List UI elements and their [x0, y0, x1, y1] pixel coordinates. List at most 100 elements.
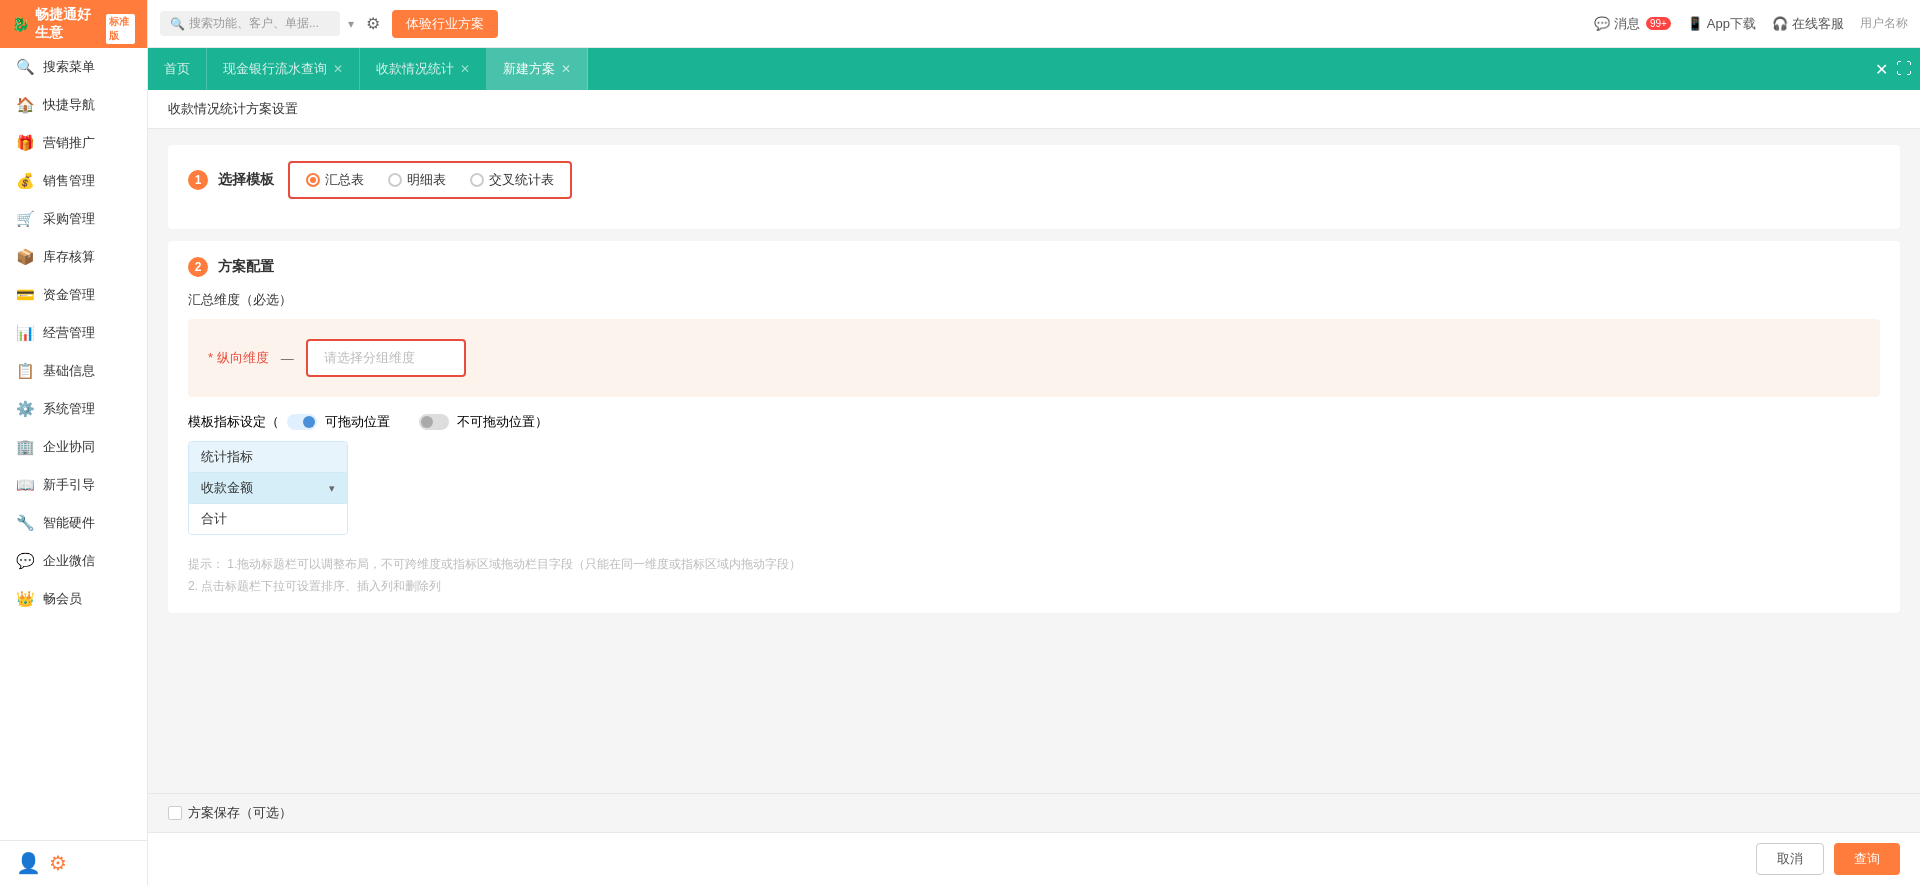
- tab-receipt-stat-close-icon[interactable]: ✕: [460, 62, 470, 76]
- user-icon[interactable]: 👤: [16, 851, 41, 875]
- sidebar-item-quick-nav[interactable]: 🏠 快捷导航: [0, 86, 147, 124]
- step2-title: 方案配置: [218, 258, 274, 276]
- page-header: 收款情况统计方案设置: [148, 90, 1920, 129]
- download-icon: 📱: [1687, 16, 1703, 31]
- sidebar-item-weixin[interactable]: 💬 企业微信: [0, 542, 147, 580]
- close-window-icon[interactable]: ✕: [1875, 60, 1888, 79]
- sidebar-item-label: 营销推广: [43, 134, 95, 152]
- user-name: 用户名称: [1860, 15, 1908, 32]
- system-icon: ⚙️: [16, 400, 35, 418]
- metrics-table: 统计指标 收款金额 ▾ 合计: [188, 441, 348, 535]
- download-label: App下载: [1707, 15, 1756, 33]
- sidebar-item-purchase[interactable]: 🛒 采购管理: [0, 200, 147, 238]
- tab-new-plan[interactable]: 新建方案 ✕: [487, 48, 588, 90]
- quick-nav-icon: 🏠: [16, 96, 35, 114]
- movable-toggle: [287, 414, 317, 430]
- sidebar-logo: 🐉 畅捷通好生意 标准版: [0, 0, 147, 48]
- smart-hw-icon: 🔧: [16, 514, 35, 532]
- maximize-icon[interactable]: ⛶: [1896, 60, 1912, 78]
- app-download-button[interactable]: 📱 App下载: [1687, 15, 1756, 33]
- step1-title: 选择模板: [218, 171, 274, 189]
- dropdown-arrow-icon[interactable]: ▾: [348, 17, 354, 31]
- tab-home[interactable]: 首页: [148, 48, 207, 90]
- gear-icon[interactable]: ⚙: [366, 14, 380, 33]
- sidebar-item-operation[interactable]: 📊 经营管理: [0, 314, 147, 352]
- topbar-search-box[interactable]: 🔍 搜索功能、客户、单据...: [160, 11, 340, 36]
- sidebar-item-basic-info[interactable]: 📋 基础信息: [0, 352, 147, 390]
- radio-cross-dot: [470, 173, 484, 187]
- hint-section: 提示： 1.拖动标题栏可以调整布局，不可跨维度或指标区域拖动栏目字段（只能在同一…: [188, 554, 1880, 597]
- tab-new-plan-close-icon[interactable]: ✕: [561, 62, 571, 76]
- tab-bank-flow-label: 现金银行流水查询: [223, 60, 327, 78]
- sidebar-item-search-menu[interactable]: 🔍 搜索菜单: [0, 48, 147, 86]
- hint-2: 2. 点击标题栏下拉可设置排序、插入列和删除列: [188, 576, 1880, 598]
- sidebar-item-label: 销售管理: [43, 172, 95, 190]
- bottom-bar: 取消 查询: [148, 832, 1920, 885]
- sidebar-item-enterprise[interactable]: 🏢 企业协同: [0, 428, 147, 466]
- message-button[interactable]: 💬 消息 99+: [1594, 15, 1671, 33]
- settings-icon[interactable]: ⚙: [49, 851, 67, 875]
- sidebar-item-label: 系统管理: [43, 400, 95, 418]
- tab-bank-flow[interactable]: 现金银行流水查询 ✕: [207, 48, 360, 90]
- inventory-icon: 📦: [16, 248, 35, 266]
- fund-icon: 💳: [16, 286, 35, 304]
- marketing-icon: 🎁: [16, 134, 35, 152]
- sidebar-item-guide[interactable]: 📖 新手引导: [0, 466, 147, 504]
- cancel-button[interactable]: 取消: [1756, 843, 1824, 875]
- step2-section: 2 方案配置 汇总维度（必选） * 纵向维度 — 请选择分组维度 模板指标设定（: [168, 241, 1900, 613]
- metrics-cell-total: 合计: [189, 504, 347, 534]
- tab-bank-flow-close-icon[interactable]: ✕: [333, 62, 343, 76]
- radio-detail[interactable]: 明细表: [388, 171, 446, 189]
- consult-button[interactable]: 🎧 在线客服: [1772, 15, 1844, 33]
- metrics-col-header[interactable]: 收款金额 ▾: [189, 473, 347, 504]
- radio-cross[interactable]: 交叉统计表: [470, 171, 554, 189]
- tab-receipt-stat-label: 收款情况统计: [376, 60, 454, 78]
- metrics-label-prefix: 模板指标设定（: [188, 413, 279, 431]
- step2-badge: 2: [188, 257, 208, 277]
- sidebar-item-label: 智能硬件: [43, 514, 95, 532]
- save-plan-checkbox-label[interactable]: 方案保存（可选）: [168, 804, 292, 822]
- sidebar-item-label: 快捷导航: [43, 96, 95, 114]
- sidebar-item-system[interactable]: ⚙️ 系统管理: [0, 390, 147, 428]
- consult-label: 在线客服: [1792, 15, 1844, 33]
- sidebar-item-label: 经营管理: [43, 324, 95, 342]
- save-plan-checkbox[interactable]: [168, 806, 182, 820]
- logo-icon: 🐉: [12, 16, 29, 32]
- sidebar-item-label: 畅会员: [43, 590, 82, 608]
- radio-summary[interactable]: 汇总表: [306, 171, 364, 189]
- search-placeholder-text: 搜索功能、客户、单据...: [189, 15, 319, 32]
- sidebar-item-fund[interactable]: 💳 资金管理: [0, 276, 147, 314]
- trial-button[interactable]: 体验行业方案: [392, 10, 498, 38]
- non-movable-toggle: [419, 414, 449, 430]
- metrics-col-dropdown-icon[interactable]: ▾: [329, 482, 335, 495]
- movable-toggle-dot: [303, 416, 315, 428]
- basic-info-icon: 📋: [16, 362, 35, 380]
- tabbar-actions: ✕ ⛶: [1875, 60, 1920, 79]
- logo-badge: 标准版: [106, 14, 135, 44]
- sidebar-item-marketing[interactable]: 🎁 营销推广: [0, 124, 147, 162]
- search-icon: 🔍: [170, 17, 185, 31]
- sidebar-item-label: 库存核算: [43, 248, 95, 266]
- page-footer: 方案保存（可选）: [148, 793, 1920, 832]
- query-button[interactable]: 查询: [1834, 843, 1900, 875]
- message-icon: 💬: [1594, 16, 1610, 31]
- sidebar-item-label: 企业微信: [43, 552, 95, 570]
- metrics-table-header: 统计指标: [189, 442, 347, 473]
- tab-receipt-stat[interactable]: 收款情况统计 ✕: [360, 48, 487, 90]
- non-movable-label: 不可拖动位置）: [457, 413, 548, 431]
- save-plan-label: 方案保存（可选）: [188, 804, 292, 822]
- sidebar-item-sales[interactable]: 💰 销售管理: [0, 162, 147, 200]
- page-body: 1 选择模板 汇总表 明细表: [148, 129, 1920, 793]
- dimension-row: * 纵向维度 — 请选择分组维度: [208, 339, 1860, 377]
- hint-1: 提示： 1.拖动标题栏可以调整布局，不可跨维度或指标区域拖动栏目字段（只能在同一…: [188, 554, 1880, 576]
- operation-icon: 📊: [16, 324, 35, 342]
- dimension-row-label: * 纵向维度: [208, 349, 269, 367]
- sidebar-item-smart-hw[interactable]: 🔧 智能硬件: [0, 504, 147, 542]
- metrics-label-row: 模板指标设定（ 可拖动位置 不可拖动位置）: [188, 413, 1880, 431]
- sales-icon: 💰: [16, 172, 35, 190]
- dimension-select[interactable]: 请选择分组维度: [306, 339, 466, 377]
- purchase-icon: 🛒: [16, 210, 35, 228]
- page-content: 收款情况统计方案设置 1 选择模板 汇总表: [148, 90, 1920, 832]
- sidebar-item-member[interactable]: 👑 畅会员: [0, 580, 147, 618]
- sidebar-item-inventory[interactable]: 📦 库存核算: [0, 238, 147, 276]
